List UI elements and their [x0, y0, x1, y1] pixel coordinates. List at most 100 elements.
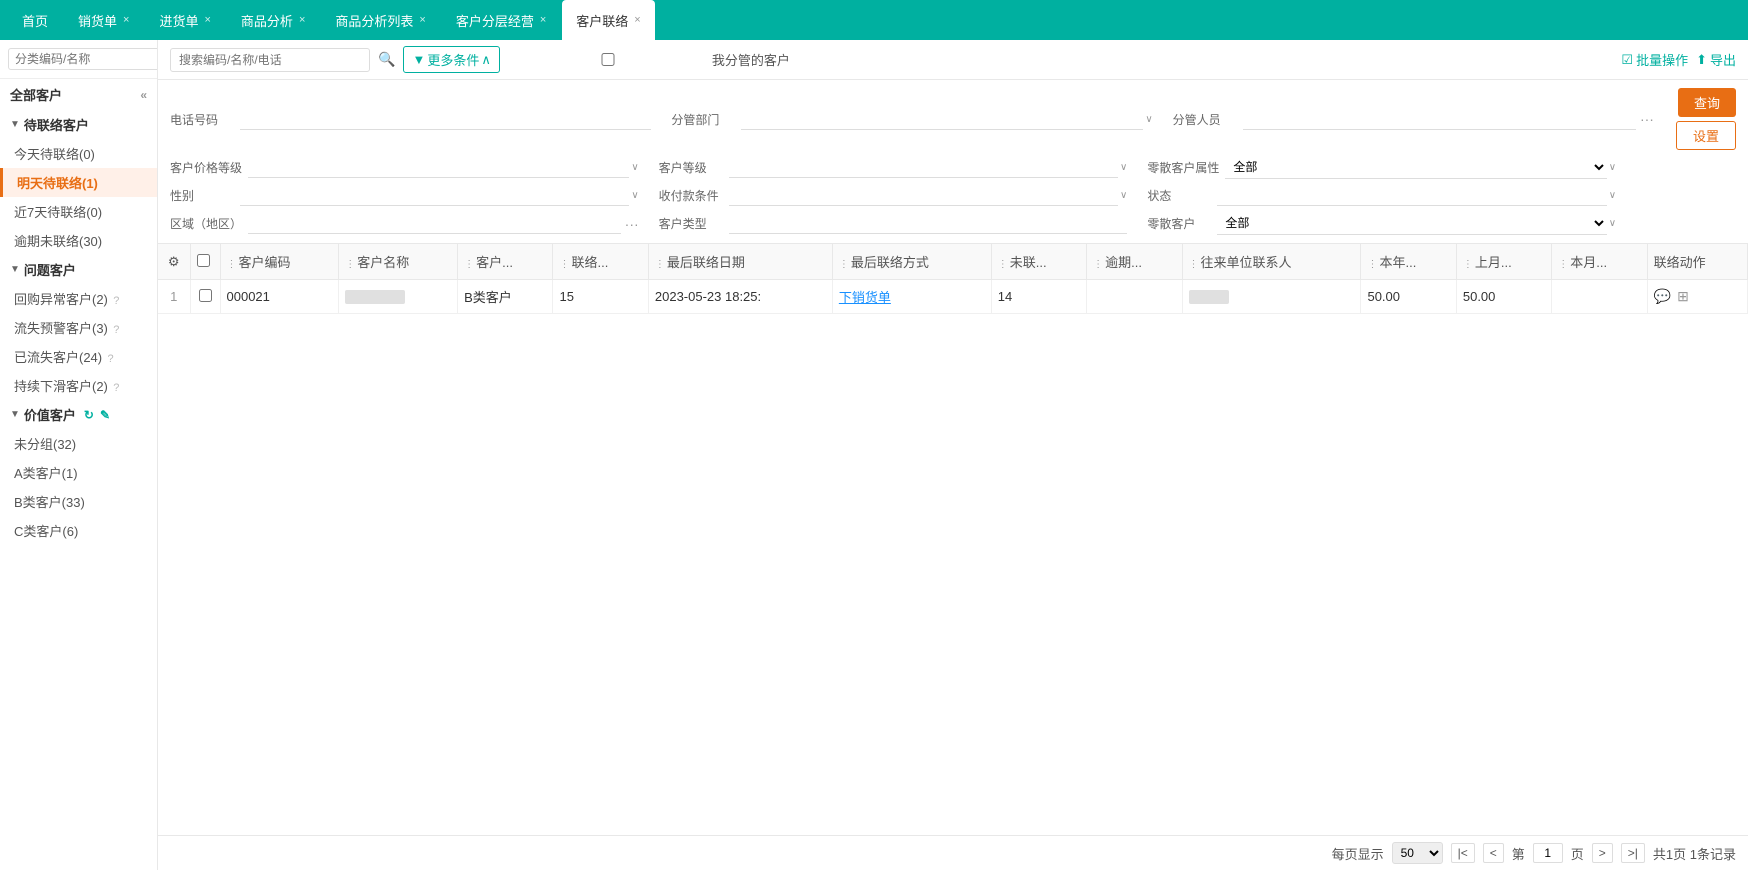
sidebar-item-b-class[interactable]: B类客户(33)	[0, 487, 157, 516]
gender-dropdown-icon: ∨	[631, 190, 638, 201]
prev-page-button[interactable]: <	[1483, 843, 1504, 863]
nav-home[interactable]: 首页	[8, 0, 62, 40]
filter-dept: 分管部门 ∨	[671, 109, 1152, 130]
filter-actions: 查询 设置	[1666, 88, 1736, 150]
sidebar-item-c-class[interactable]: C类客户(6)	[0, 516, 157, 545]
filter-phone: 电话号码	[170, 109, 651, 130]
top-navigation: 首页 销货单 × 进货单 × 商品分析 × 商品分析列表 × 客户分层经营 × …	[0, 0, 1748, 40]
page-number-input[interactable]	[1533, 843, 1563, 863]
table-row: 1 000021 B类客户 15 2023-05-23 18:25: 下销货单 …	[158, 280, 1748, 314]
sidebar-item-overdue[interactable]: 逾期未联络(30)	[0, 226, 157, 255]
batch-op-button[interactable]: ☑ 批量操作	[1621, 50, 1688, 69]
first-page-button[interactable]: |<	[1451, 843, 1475, 863]
close-product-analysis-list-icon[interactable]: ×	[419, 14, 425, 26]
filter-row-4: 区域（地区） ··· 客户类型 零散客户 全部 ∨	[170, 212, 1736, 235]
payment-label: 收付款条件	[659, 187, 729, 204]
close-purchase-order-icon[interactable]: ×	[204, 14, 210, 26]
value-refresh-icon[interactable]: ↻	[84, 408, 94, 422]
status-input[interactable]	[1217, 185, 1606, 206]
search-button[interactable]: 🔍	[378, 51, 395, 68]
person-more-icon[interactable]: ···	[1640, 111, 1654, 127]
page-label: 第	[1512, 844, 1525, 863]
collapse-icon: «	[140, 88, 147, 102]
query-button[interactable]: 查询	[1678, 88, 1736, 117]
sidebar: 🔍 全部客户 « ▼ 待联络客户 今天待联络(0) 明天待联络(1) 近7天待联…	[0, 40, 158, 870]
retail-customer-select[interactable]: 全部	[1217, 212, 1606, 235]
sidebar-item-already-lost[interactable]: 已流失客户(24) ?	[0, 342, 157, 371]
phone-input[interactable]	[240, 109, 651, 130]
th-unit-contact: ⋮往来单位联系人	[1182, 244, 1361, 280]
person-input[interactable]	[1243, 109, 1636, 130]
customer-level-input[interactable]	[729, 157, 1118, 178]
cell-this-month	[1552, 280, 1647, 314]
close-product-analysis-icon[interactable]: ×	[299, 14, 305, 26]
payment-input[interactable]	[729, 185, 1118, 206]
customer-type-input[interactable]	[729, 213, 1128, 234]
filter-caret-icon: ∧	[481, 52, 491, 68]
table-area: ⚙ ⋮客户编码 ⋮客户名称 ⋮客户... ⋮联络... ⋮最后联络日期 ⋮最后联…	[158, 244, 1748, 835]
filter-row-3: 性别 ∨ 收付款条件 ∨ 状态 ∨	[170, 185, 1736, 206]
my-customers-checkbox[interactable]	[508, 53, 708, 66]
price-level-dropdown-icon: ∨	[631, 162, 638, 173]
gender-input[interactable]	[240, 185, 629, 206]
sidebar-item-declining[interactable]: 持续下滑客户(2) ?	[0, 371, 157, 400]
export-button[interactable]: ⬆ 导出	[1696, 50, 1736, 69]
cell-code: 000021	[220, 280, 339, 314]
sidebar-item-lost-warning[interactable]: 流失预警客户(3) ?	[0, 313, 157, 342]
cell-customer-type: B类客户	[458, 280, 553, 314]
dept-input[interactable]	[741, 109, 1143, 130]
sidebar-item-repeated[interactable]: 回购异常客户(2) ?	[0, 284, 157, 313]
gender-label: 性别	[170, 187, 240, 204]
th-settings[interactable]: ⚙	[158, 244, 190, 280]
th-last-contact-date: ⋮最后联络日期	[648, 244, 832, 280]
nav-purchase-order[interactable]: 进货单 ×	[145, 0, 224, 40]
nav-product-analysis-list[interactable]: 商品分析列表 ×	[321, 0, 439, 40]
repeated-help-icon: ?	[113, 295, 119, 307]
nav-sales-order[interactable]: 销货单 ×	[64, 0, 143, 40]
region-more-icon[interactable]: ···	[625, 216, 639, 232]
search-input[interactable]	[170, 48, 370, 72]
close-customer-segmentation-icon[interactable]: ×	[540, 14, 546, 26]
th-overdue: ⋮逾期...	[1087, 244, 1182, 280]
last-contact-method-link[interactable]: 下销货单	[839, 290, 891, 305]
person-label: 分管人员	[1173, 111, 1243, 128]
sidebar-search-input[interactable]	[8, 48, 158, 70]
row-checkbox-0[interactable]	[199, 289, 212, 302]
retail-attr-label: 零散客户属性	[1147, 159, 1225, 176]
filter-customer-level: 客户等级 ∨	[659, 157, 1128, 178]
region-input[interactable]	[248, 213, 621, 234]
nav-customer-contact[interactable]: 客户联络 ×	[562, 0, 654, 40]
cell-last-contact-method: 下销货单	[832, 280, 991, 314]
set-button[interactable]: 设置	[1676, 121, 1736, 150]
content-area: 🔍 ▼ 更多条件 ∧ 我分管的客户 ☑ 批量操作 ⬆ 导出	[158, 40, 1748, 870]
page-size-label: 每页显示	[1332, 844, 1384, 863]
nav-product-analysis[interactable]: 商品分析 ×	[227, 0, 319, 40]
toolbar: 🔍 ▼ 更多条件 ∧ 我分管的客户 ☑ 批量操作 ⬆ 导出	[158, 40, 1748, 80]
action-chat-icon[interactable]: 💬	[1654, 288, 1671, 305]
page-size-select[interactable]: 50 20 100 200	[1392, 842, 1443, 864]
next-page-button[interactable]: >	[1592, 843, 1613, 863]
sidebar-item-today[interactable]: 今天待联络(0)	[0, 139, 157, 168]
value-edit-icon[interactable]: ✎	[100, 408, 110, 422]
close-customer-contact-icon[interactable]: ×	[634, 14, 640, 26]
select-all-checkbox[interactable]	[197, 254, 210, 267]
sidebar-item-tomorrow[interactable]: 明天待联络(1)	[0, 168, 157, 197]
sidebar-item-a-class[interactable]: A类客户(1)	[0, 458, 157, 487]
nav-customer-segmentation[interactable]: 客户分层经营 ×	[442, 0, 560, 40]
close-sales-order-icon[interactable]: ×	[123, 14, 129, 26]
price-level-input[interactable]	[248, 157, 629, 178]
retail-customer-dropdown-icon: ∨	[1609, 218, 1616, 229]
filter-payment: 收付款条件 ∨	[659, 185, 1128, 206]
retail-attr-select[interactable]: 全部	[1225, 156, 1606, 179]
last-page-button[interactable]: >|	[1621, 843, 1645, 863]
sidebar-item-week[interactable]: 近7天待联络(0)	[0, 197, 157, 226]
th-this-year: ⋮本年...	[1361, 244, 1456, 280]
more-filter-button[interactable]: ▼ 更多条件 ∧	[403, 46, 499, 73]
export-icon: ⬆	[1696, 52, 1707, 68]
table-header-row: ⚙ ⋮客户编码 ⋮客户名称 ⋮客户... ⋮联络... ⋮最后联络日期 ⋮最后联…	[158, 244, 1748, 280]
th-code: ⋮客户编码	[220, 244, 339, 280]
action-grid-icon[interactable]: ⊞	[1677, 288, 1689, 305]
all-customers-section[interactable]: 全部客户 «	[0, 79, 157, 110]
sidebar-item-ungrouped[interactable]: 未分组(32)	[0, 429, 157, 458]
already-lost-help-icon: ?	[107, 353, 113, 365]
